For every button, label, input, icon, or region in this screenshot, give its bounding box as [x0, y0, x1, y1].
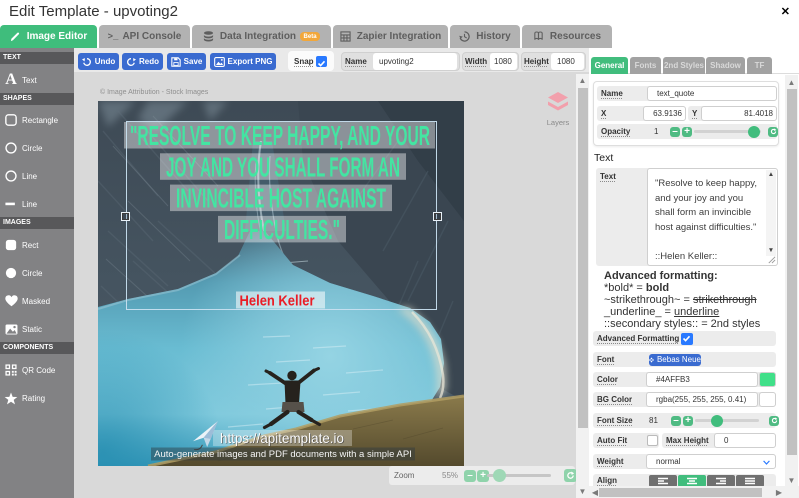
svg-text:Auto-generate images and PDF d: Auto-generate images and PDF documents w… [154, 449, 412, 460]
svg-text:INVINCIBLE HOST AGAINST: INVINCIBLE HOST AGAINST [176, 183, 386, 214]
svg-text:"RESOLVE TO KEEP HAPPY, AND YO: "RESOLVE TO KEEP HAPPY, AND YOUR [130, 120, 430, 151]
svg-text:Helen Keller: Helen Keller [240, 293, 315, 310]
svg-text:JOY AND YOU SHALL FORM AN: JOY AND YOU SHALL FORM AN [166, 151, 400, 182]
svg-text:https://apitemplate.io: https://apitemplate.io [220, 430, 344, 446]
svg-text:DIFFICULTIES.": DIFFICULTIES." [224, 214, 340, 245]
